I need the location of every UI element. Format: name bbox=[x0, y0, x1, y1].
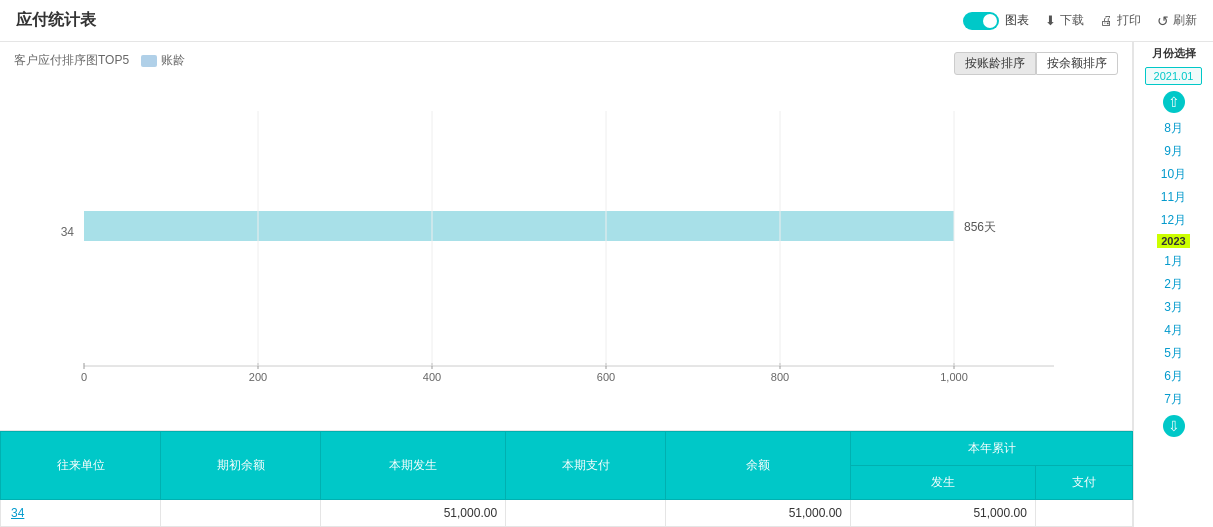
col-header-annual-group: 本年累计 bbox=[851, 432, 1133, 466]
month-item-1[interactable]: 1月 bbox=[1134, 250, 1213, 273]
svg-text:800: 800 bbox=[771, 371, 789, 383]
legend-item-age: 账龄 bbox=[141, 52, 185, 69]
cell-occurred: 51,000.00 bbox=[321, 500, 506, 527]
table-section: 往来单位 期初余额 本期发生 本期支付 余额 本年累计 发生 支付 bbox=[0, 430, 1133, 527]
scroll-down-button[interactable]: ⇩ bbox=[1163, 415, 1185, 437]
cell-opening bbox=[161, 500, 321, 527]
month-item-12[interactable]: 12月 bbox=[1134, 209, 1213, 232]
toggle-knob bbox=[983, 14, 997, 28]
col-header-annual-occur: 发生 bbox=[851, 466, 1036, 500]
bar-label: 856天 bbox=[964, 220, 996, 234]
svg-text:0: 0 bbox=[81, 371, 87, 383]
refresh-icon bbox=[1157, 13, 1169, 29]
download-icon bbox=[1045, 13, 1056, 28]
svg-text:600: 600 bbox=[597, 371, 615, 383]
cell-balance: 51,000.00 bbox=[666, 500, 851, 527]
sort-buttons: 按账龄排序 按余额排序 bbox=[954, 52, 1118, 75]
sort-by-age-button[interactable]: 按账龄排序 bbox=[954, 52, 1036, 75]
svg-text:400: 400 bbox=[423, 371, 441, 383]
col-header-paid: 本期支付 bbox=[506, 432, 666, 500]
sidebar-current-date[interactable]: 2021.01 bbox=[1145, 67, 1203, 85]
year-badge: 2023 bbox=[1157, 234, 1189, 248]
month-item-11[interactable]: 11月 bbox=[1134, 186, 1213, 209]
header-actions: 图表 下载 打印 刷新 bbox=[963, 12, 1197, 30]
month-item-5[interactable]: 5月 bbox=[1134, 342, 1213, 365]
header: 应付统计表 图表 下载 打印 刷新 bbox=[0, 0, 1213, 42]
print-icon bbox=[1100, 13, 1113, 28]
legend-color-age bbox=[141, 55, 157, 67]
chart-section: 客户应付排序图TOP5 账龄 按账龄排序 按余额排序 bbox=[0, 42, 1133, 430]
legend-label-age: 账龄 bbox=[161, 52, 185, 69]
col-header-balance: 余额 bbox=[666, 432, 851, 500]
cell-paid bbox=[506, 500, 666, 527]
col-header-unit: 往来单位 bbox=[1, 432, 161, 500]
col-header-annual-pay: 支付 bbox=[1035, 466, 1132, 500]
month-item-10[interactable]: 10月 bbox=[1134, 163, 1213, 186]
chart-bar bbox=[84, 211, 954, 241]
print-button[interactable]: 打印 bbox=[1100, 12, 1141, 29]
print-label: 打印 bbox=[1117, 12, 1141, 29]
svg-text:200: 200 bbox=[249, 371, 267, 383]
legend-item-top5: 客户应付排序图TOP5 bbox=[14, 52, 129, 69]
download-label: 下载 bbox=[1060, 12, 1084, 29]
chart-toggle[interactable] bbox=[963, 12, 999, 30]
svg-text:1,000: 1,000 bbox=[940, 371, 968, 383]
sidebar-title: 月份选择 bbox=[1152, 46, 1196, 61]
cell-annual-occur: 51,000.00 bbox=[851, 500, 1036, 527]
scroll-up-button[interactable]: ⇧ bbox=[1163, 91, 1185, 113]
download-button[interactable]: 下载 bbox=[1045, 12, 1084, 29]
month-item-2[interactable]: 2月 bbox=[1134, 273, 1213, 296]
app-container: 应付统计表 图表 下载 打印 刷新 bbox=[0, 0, 1213, 527]
refresh-label: 刷新 bbox=[1173, 12, 1197, 29]
refresh-button[interactable]: 刷新 bbox=[1157, 12, 1197, 29]
legend-label-top5: 客户应付排序图TOP5 bbox=[14, 52, 129, 69]
left-panel: 客户应付排序图TOP5 账龄 按账龄排序 按余额排序 bbox=[0, 42, 1133, 527]
chart-svg: 34 856天 0 200 400 bbox=[14, 81, 1118, 391]
toggle-label: 图表 bbox=[1005, 12, 1029, 29]
col-header-occurred: 本期发生 bbox=[321, 432, 506, 500]
sidebar: 月份选择 2021.01 ⇧ 8月 9月 10月 11月 12月 2023 1月… bbox=[1133, 42, 1213, 527]
cell-annual-pay bbox=[1035, 500, 1132, 527]
col-header-opening: 期初余额 bbox=[161, 432, 321, 500]
month-item-8[interactable]: 8月 bbox=[1134, 117, 1213, 140]
chart-toggle-wrap: 图表 bbox=[963, 12, 1029, 30]
chart-top-bar: 客户应付排序图TOP5 账龄 按账龄排序 按余额排序 bbox=[14, 52, 1118, 81]
sort-by-balance-button[interactable]: 按余额排序 bbox=[1036, 52, 1118, 75]
month-item-6[interactable]: 6月 bbox=[1134, 365, 1213, 388]
main-body: 客户应付排序图TOP5 账龄 按账龄排序 按余额排序 bbox=[0, 42, 1213, 527]
chart-container: 34 856天 0 200 400 bbox=[14, 81, 1118, 391]
y-axis-label: 34 bbox=[61, 225, 75, 239]
cell-unit[interactable]: 34 bbox=[1, 500, 161, 527]
month-item-4[interactable]: 4月 bbox=[1134, 319, 1213, 342]
month-item-3[interactable]: 3月 bbox=[1134, 296, 1213, 319]
month-item-9[interactable]: 9月 bbox=[1134, 140, 1213, 163]
page-title: 应付统计表 bbox=[16, 10, 96, 31]
chart-legend: 客户应付排序图TOP5 账龄 bbox=[14, 52, 185, 69]
table-row: 34 51,000.00 51,000.00 51,000.00 bbox=[1, 500, 1133, 527]
month-item-7[interactable]: 7月 bbox=[1134, 388, 1213, 411]
data-table: 往来单位 期初余额 本期发生 本期支付 余额 本年累计 发生 支付 bbox=[0, 431, 1133, 527]
